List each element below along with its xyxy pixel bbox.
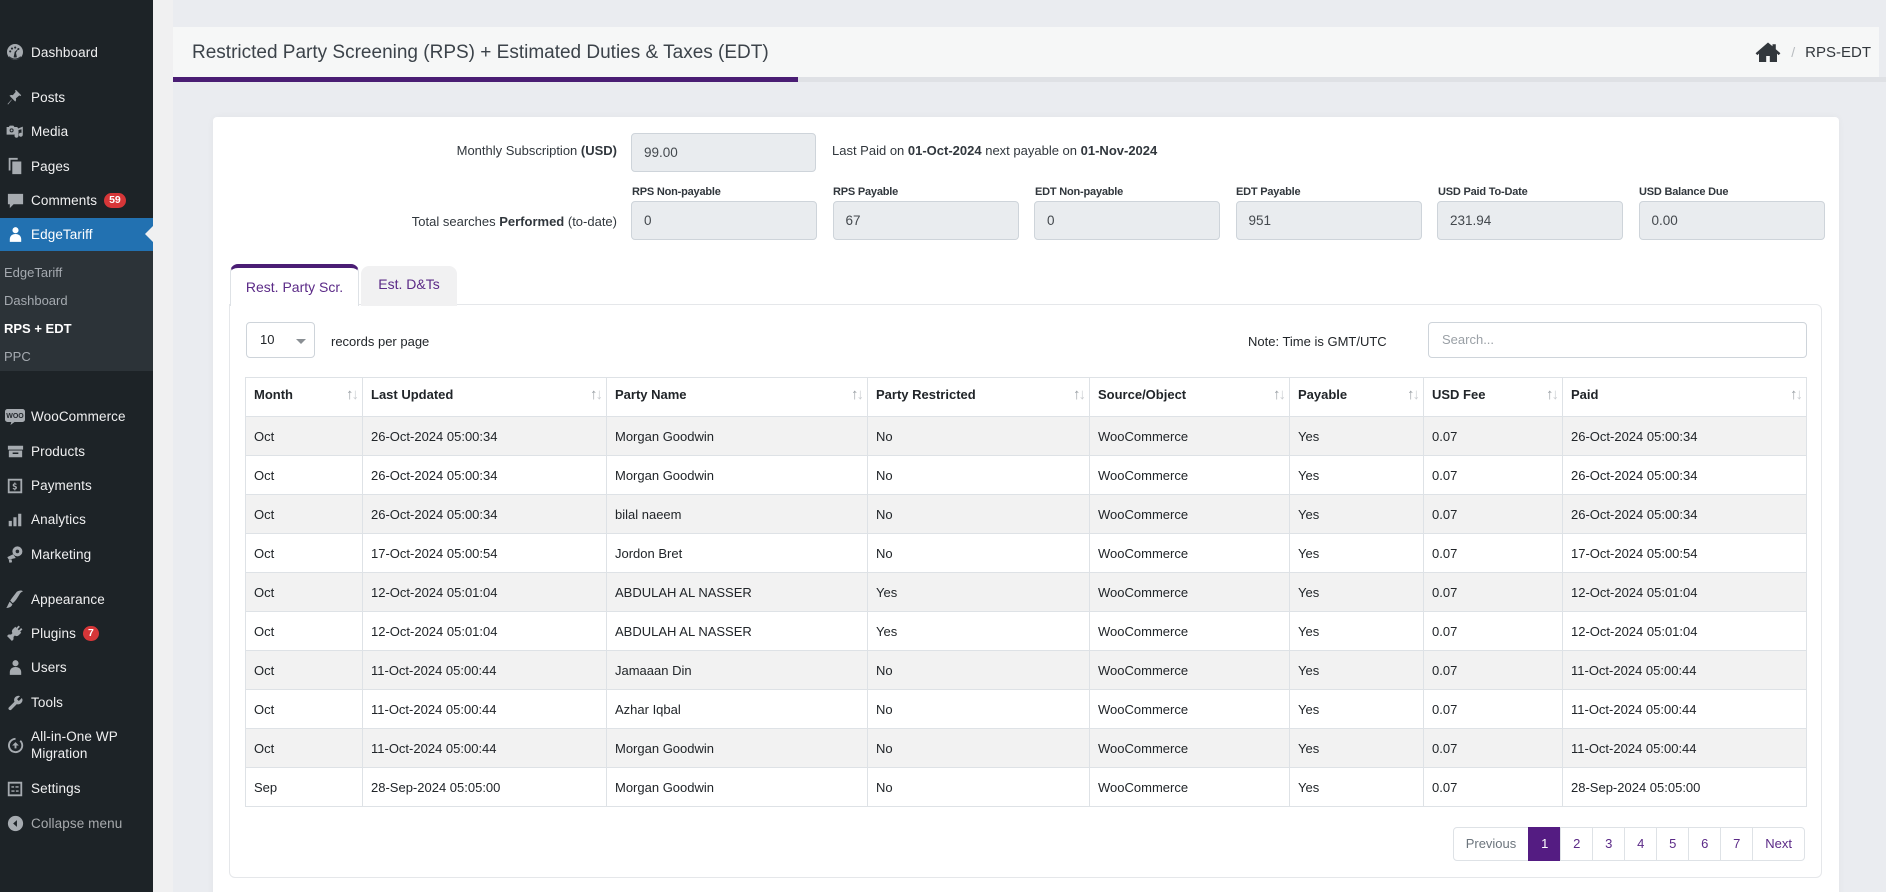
svg-text:WOO: WOO bbox=[6, 413, 24, 420]
